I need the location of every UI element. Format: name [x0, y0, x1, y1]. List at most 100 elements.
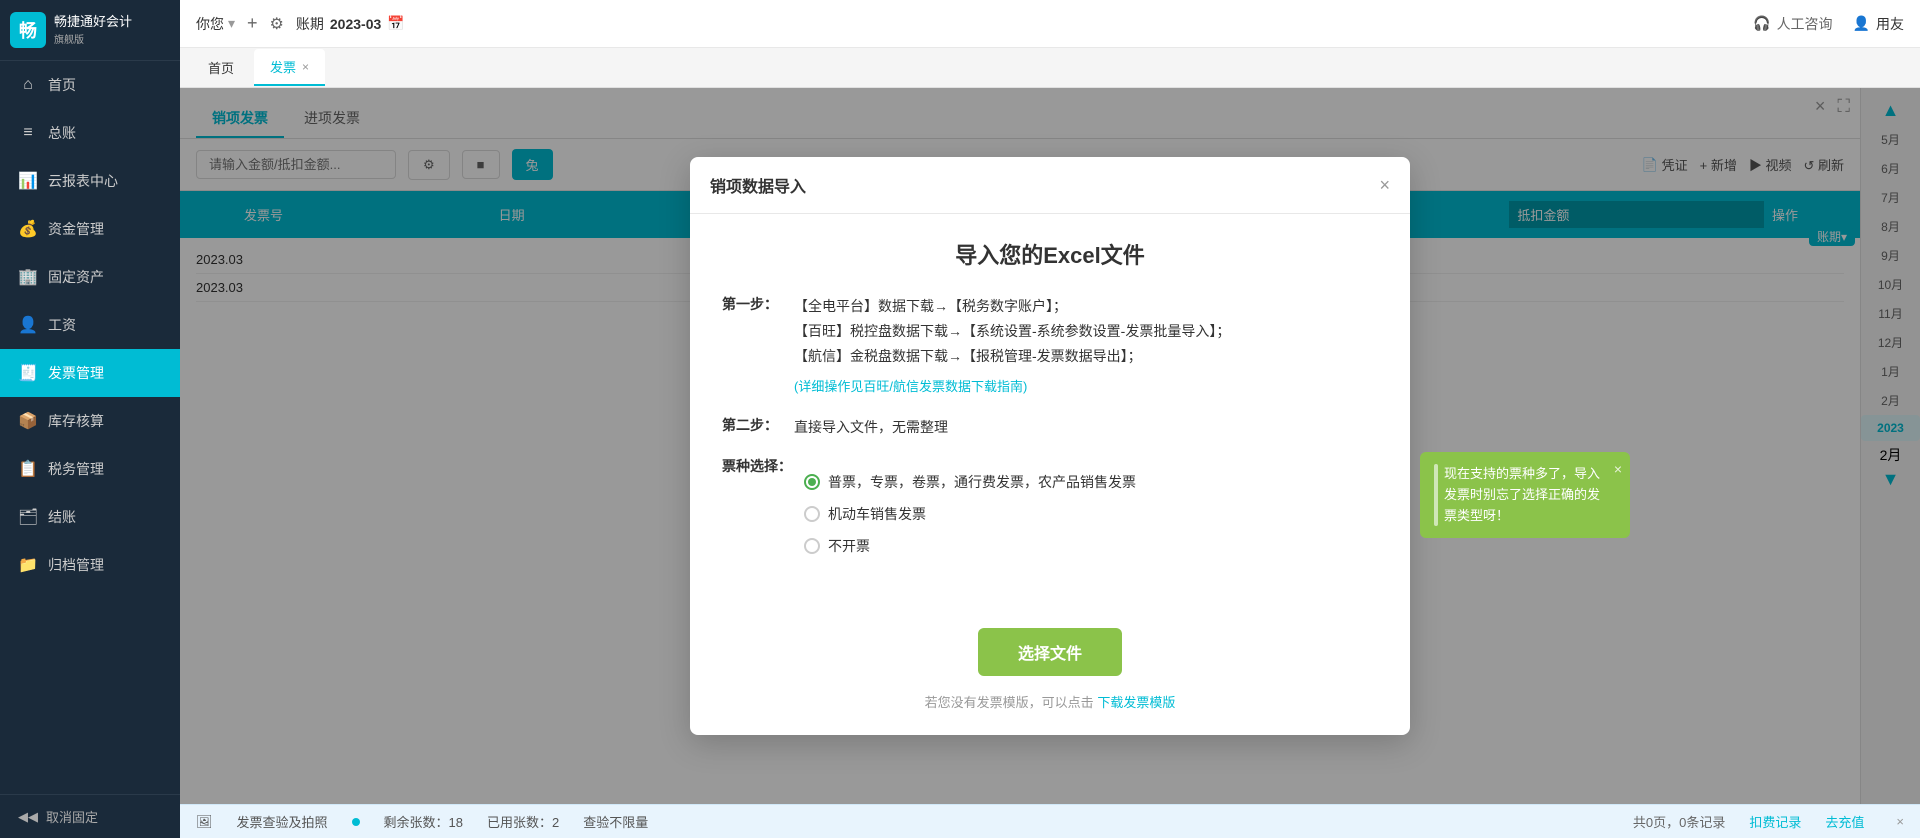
ledger-icon: ≡ — [18, 124, 38, 142]
topbar-right: 🎧 人工咨询 👤 用友 — [1753, 14, 1904, 34]
settings-icon[interactable]: ⚙ — [270, 14, 284, 34]
step1-line-3: 【航信】金税盘数据下载→【报税管理-发票数据导出】； — [794, 344, 1230, 369]
sidebar-item-reports[interactable]: 📊 云报表中心 — [0, 157, 180, 205]
ticket-option-motor[interactable]: 机动车销售发票 — [804, 504, 1136, 524]
ticket-none-label: 不开票 — [828, 536, 870, 556]
template-hint-text: 若您没有发票模版，可以点击 — [925, 695, 1094, 710]
user-icon: 👤 — [1853, 15, 1870, 32]
import-modal: 销项数据导入 × 导入您的Excel文件 第一步： 【全电平台】数据下载→【税务… — [690, 157, 1410, 735]
tabbar: 首页 发票 × — [180, 48, 1920, 88]
sidebar-item-settle[interactable]: 🗂 结账 — [0, 493, 180, 541]
payroll-icon: 👤 — [18, 315, 38, 335]
step2-label: 第二步： — [722, 415, 782, 435]
step2-row: 第二步： 直接导入文件，无需整理 — [722, 415, 1378, 440]
sidebar-item-label: 税务管理 — [48, 459, 104, 479]
check-unlimited: 查验不限量 — [583, 812, 648, 831]
assets-icon: 🏢 — [18, 267, 38, 287]
invoice-check-label: 发票查验及拍照 — [237, 812, 328, 831]
cancel-pin-label: 取消固定 — [46, 807, 98, 826]
tooltip-bubble: × 现在支持的票种多了，导入发票时别忘了选择正确的发票类型呀！ — [1420, 452, 1630, 538]
sidebar: 畅 畅捷通好会计 旗舰版 ⌂ 首页 ≡ 总账 📊 云报表中心 💰 资金管理 — [0, 0, 180, 838]
sidebar-item-label: 发票管理 — [48, 363, 104, 383]
sidebar-cancel-pin[interactable]: ◀◀ 取消固定 — [0, 794, 180, 838]
sidebar-item-label: 工资 — [48, 315, 76, 335]
home-icon: ⌂ — [18, 76, 38, 94]
period-value: 2023-03 — [330, 16, 381, 32]
radio-motor[interactable] — [804, 506, 820, 522]
topbar: 你您 ▾ + ⚙ 账期 2023-03 📅 🎧 人工咨询 👤 用友 — [180, 0, 1920, 48]
sidebar-item-label: 云报表中心 — [48, 171, 118, 191]
radio-dot-normal — [808, 478, 816, 486]
sidebar-item-archive[interactable]: 📁 归档管理 — [0, 541, 180, 589]
inventory-icon: 📦 — [18, 411, 38, 431]
template-hint: 若您没有发票模版，可以点击 下载发票模版 — [722, 692, 1378, 711]
step1-row: 第一步： 【全电平台】数据下载→【税务数字账户】； 【百旺】税控盘数据下载→【系… — [722, 294, 1378, 399]
tooltip-close-button[interactable]: × — [1614, 458, 1622, 480]
sidebar-item-label: 结账 — [48, 507, 76, 527]
ticket-option-normal[interactable]: 普票，专票，卷票，通行费发票，农产品销售发票 — [804, 472, 1136, 492]
ticket-label: 票种选择： — [722, 456, 792, 476]
consult-button[interactable]: 🎧 人工咨询 — [1753, 14, 1832, 34]
template-download-link[interactable]: 下载发票模版 — [1097, 695, 1175, 710]
sidebar-menu: ⌂ 首页 ≡ 总账 📊 云报表中心 💰 资金管理 🏢 固定资产 👤 工资 — [0, 61, 180, 794]
step1-line-2: 【百旺】税控盘数据下载→【系统设置-系统参数设置-发票批量导入】； — [794, 319, 1230, 344]
company-name: 你您 — [196, 14, 224, 34]
tab-invoice-label: 发票 — [270, 57, 296, 76]
sidebar-item-label: 资金管理 — [48, 219, 104, 239]
sidebar-item-assets[interactable]: 🏢 固定资产 — [0, 253, 180, 301]
invoice-icon: 🧾 — [18, 363, 38, 383]
used-count: 已用张数：2 — [487, 812, 559, 831]
logo-name: 畅捷通好会计 — [54, 14, 132, 31]
tab-invoice[interactable]: 发票 × — [254, 49, 325, 86]
modal-header: 销项数据导入 × — [690, 157, 1410, 214]
radio-none[interactable] — [804, 538, 820, 554]
cancel-pin-icon: ◀◀ — [18, 809, 38, 825]
sidebar-item-home[interactable]: ⌂ 首页 — [0, 61, 180, 109]
ticket-option-none[interactable]: 不开票 — [804, 536, 1136, 556]
main-area: 你您 ▾ + ⚙ 账期 2023-03 📅 🎧 人工咨询 👤 用友 — [180, 0, 1920, 838]
sidebar-item-label: 归档管理 — [48, 555, 104, 575]
modal-footer: 选择文件 若您没有发票模版，可以点击 下载发票模版 — [690, 612, 1410, 735]
user-menu[interactable]: 👤 用友 — [1853, 14, 1904, 34]
tab-close-icon[interactable]: × — [302, 60, 309, 74]
ticket-row: 票种选择： 普票，专票，卷票，通行费发票，农产品销售发票 — [722, 456, 1378, 572]
funds-icon: 💰 — [18, 219, 38, 239]
logo-badge: 旗舰版 — [54, 31, 132, 46]
ticket-options: 普票，专票，卷票，通行费发票，农产品销售发票 机动车销售发票 不开票 — [804, 472, 1136, 556]
ticket-normal-label: 普票，专票，卷票，通行费发票，农产品销售发票 — [828, 472, 1136, 492]
pagination: 共0页，0条记录 — [1633, 812, 1725, 831]
sidebar-item-funds[interactable]: 💰 资金管理 — [0, 205, 180, 253]
dot-badge — [352, 818, 360, 826]
select-file-button[interactable]: 选择文件 — [978, 628, 1122, 676]
sidebar-item-payroll[interactable]: 👤 工资 — [0, 301, 180, 349]
sidebar-item-ledger[interactable]: ≡ 总账 — [0, 109, 180, 157]
company-selector[interactable]: 你您 ▾ — [196, 14, 235, 34]
bottom-bar: 🖼 发票查验及拍照 剩余张数：18 已用张数：2 查验不限量 共0页，0条记录 … — [180, 804, 1920, 838]
sidebar-logo: 畅 畅捷通好会计 旗舰版 — [0, 0, 180, 61]
sidebar-item-label: 固定资产 — [48, 267, 104, 287]
add-tab-button[interactable]: + — [247, 13, 258, 34]
step1-label: 第一步： — [722, 294, 782, 314]
sidebar-item-inventory[interactable]: 📦 库存核算 — [0, 397, 180, 445]
step2-content: 直接导入文件，无需整理 — [794, 415, 948, 440]
headphone-icon: 🎧 — [1753, 15, 1770, 32]
sidebar-item-invoice[interactable]: 🧾 发票管理 — [0, 349, 180, 397]
sidebar-item-label: 首页 — [48, 75, 76, 95]
modal-close-button[interactable]: × — [1379, 175, 1390, 196]
sidebar-item-tax[interactable]: 📋 税务管理 — [0, 445, 180, 493]
modal-body: 导入您的Excel文件 第一步： 【全电平台】数据下载→【税务数字账户】； 【百… — [690, 214, 1410, 612]
calendar-icon[interactable]: 📅 — [387, 15, 404, 32]
tax-icon: 📋 — [18, 459, 38, 479]
radio-normal[interactable] — [804, 474, 820, 490]
recharge-record-link[interactable]: 扣费记录 — [1749, 812, 1801, 831]
modal-main-title: 导入您的Excel文件 — [722, 238, 1378, 270]
go-recharge-link[interactable]: 去充值 — [1825, 812, 1864, 831]
reports-icon: 📊 — [18, 171, 38, 191]
period-display: 账期 2023-03 📅 — [296, 14, 405, 34]
tab-home[interactable]: 首页 — [192, 50, 250, 85]
bottom-close-button[interactable]: × — [1896, 814, 1904, 829]
step1-content: 【全电平台】数据下载→【税务数字账户】； 【百旺】税控盘数据下载→【系统设置-系… — [794, 294, 1230, 399]
step1-link[interactable]: (详细操作见百旺/航信发票数据下载指南) — [794, 379, 1027, 394]
content-area: 销项发票 进项发票 ⚙ ■ 兔 📄 凭证 — [180, 88, 1920, 804]
tab-home-label: 首页 — [208, 58, 234, 77]
